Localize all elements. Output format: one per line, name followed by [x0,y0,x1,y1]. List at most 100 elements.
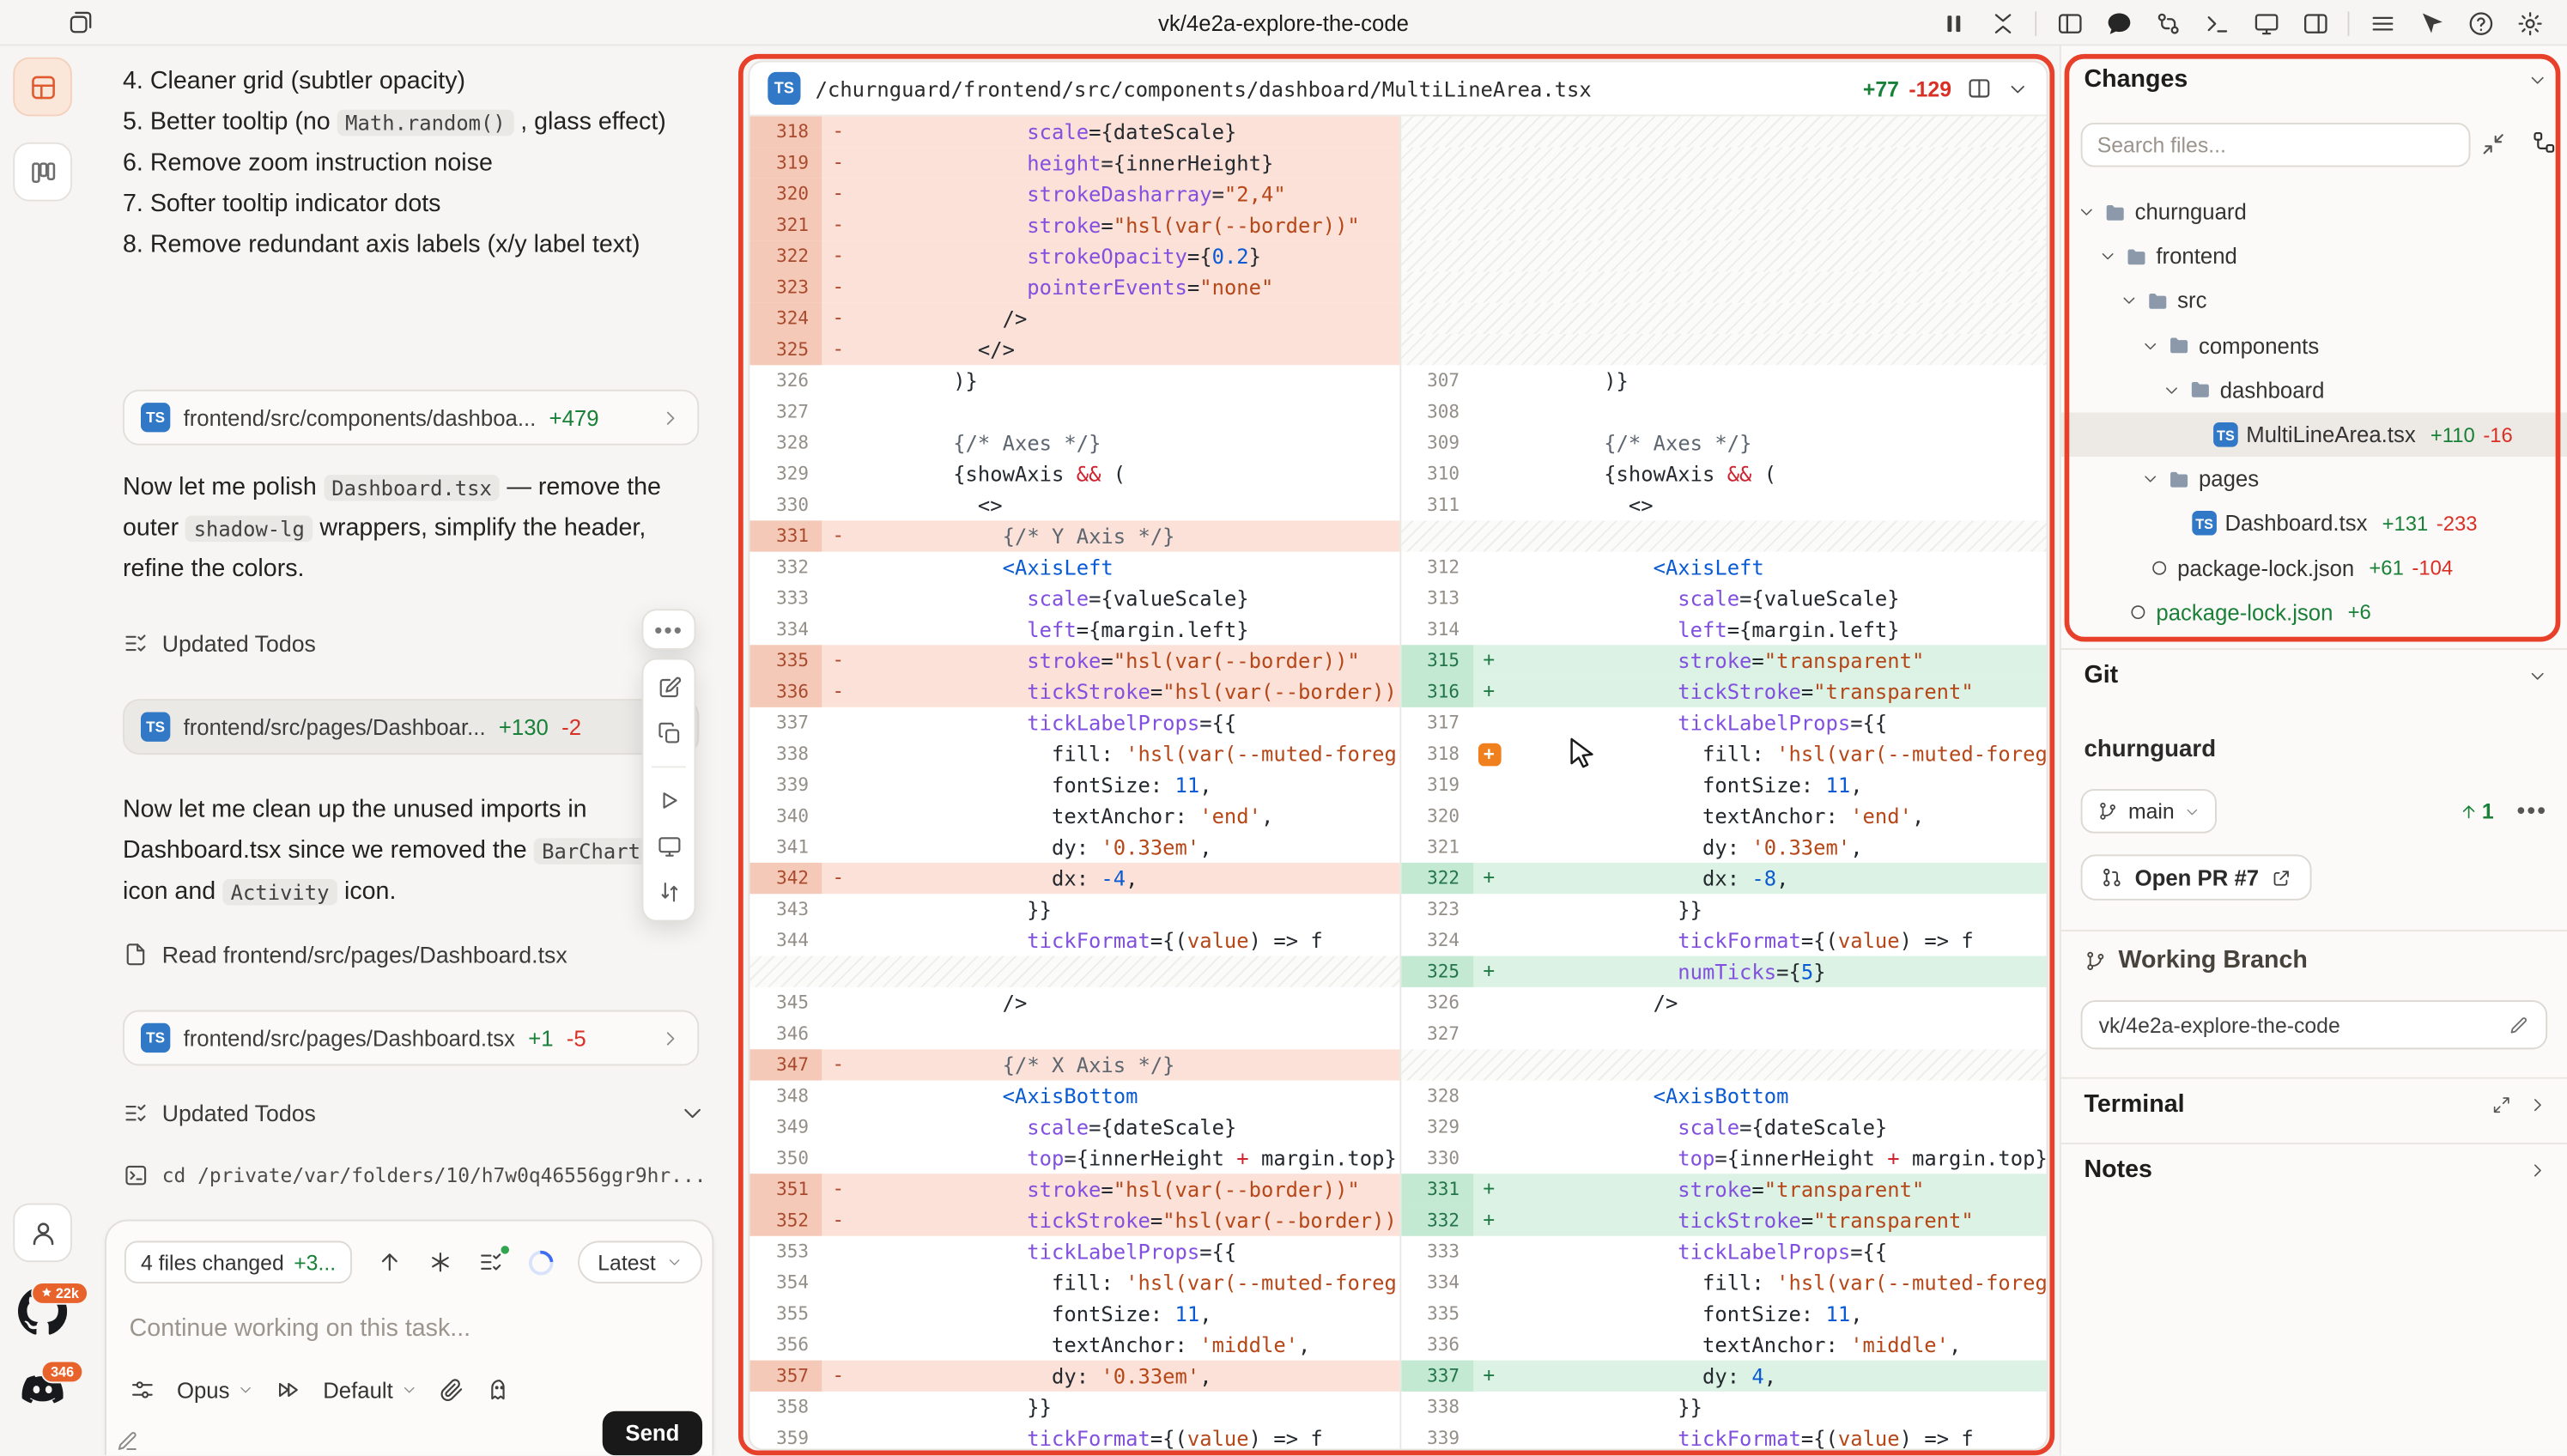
pause-icon[interactable] [1939,9,1967,36]
monitor-icon[interactable] [656,834,683,860]
todos-icon[interactable] [478,1249,505,1276]
branch-selector[interactable]: main [2081,789,2218,833]
notes-section-header[interactable]: Notes [2084,1156,2547,1183]
updated-todos-row[interactable]: Updated Todos [123,630,706,657]
code-text: textAnchor: 'end', [854,800,1399,831]
commits-ahead[interactable]: 1 [2459,799,2493,824]
mode-dropdown[interactable]: Default [323,1378,417,1403]
changes-tree-row[interactable]: TSDashboard.tsx+131-233 [2061,501,2567,546]
compare-arrows-icon[interactable] [656,879,683,906]
diff-sign: + [1472,645,1505,676]
pointer-icon[interactable] [2418,9,2445,36]
settings-icon[interactable] [2515,9,2543,36]
file-chip-dashboard-page-2[interactable]: TS frontend/src/pages/Dashboard.tsx +1 -… [123,1010,699,1066]
search-files-input[interactable]: Search files... [2081,123,2471,167]
diff-line-new: 312 <AxisLeft [1400,552,2046,583]
code-text: dy: '0.33em', [1505,832,2046,863]
rail-dashboard-button[interactable] [13,58,72,117]
pencil-icon[interactable] [2508,1014,2529,1035]
message-input[interactable]: Continue working on this task... [130,1314,470,1342]
file-name: components [2199,333,2319,358]
line-number: 351 [749,1174,822,1204]
windows-stack-icon[interactable] [67,9,94,36]
chat-bubble-icon[interactable] [2104,9,2132,36]
diff-stats: +77 -129 [1863,76,1951,101]
arrow-up-icon[interactable] [377,1249,404,1276]
code-text: {/* Axes */} [1505,428,2046,458]
chevron-down-icon[interactable] [2528,70,2547,89]
layout-grid-icon [27,71,58,102]
more-actions-button[interactable]: ••• [2516,798,2547,825]
account-button[interactable] [13,1204,72,1263]
updated-todos-label: Updated Todos [162,630,316,657]
additions-count: +1 [528,1026,553,1051]
terminal-command-row[interactable]: cd /private/var/folders/10/h7w0q46556ggr… [123,1162,706,1189]
panel-left-icon[interactable] [2055,9,2083,36]
chevron-down-icon[interactable] [2007,78,2029,100]
add-comment-button[interactable]: + [1478,743,1501,767]
line-number: 318 [749,116,822,147]
model-dropdown[interactable]: Opus [177,1378,254,1403]
read-file-row[interactable]: Read frontend/src/pages/Dashboard.tsx [123,941,706,968]
edit-square-icon[interactable] [656,675,683,701]
terminal-section-header[interactable]: Terminal [2084,1090,2547,1118]
diff-sign [1472,428,1505,458]
chevron-down-icon[interactable] [2528,665,2547,685]
updated-todos-row-2[interactable]: Updated Todos [123,1100,706,1126]
changes-tree-row[interactable]: components [2061,324,2567,368]
line-number: 330 [1400,1143,1472,1174]
paperclip-icon[interactable] [439,1377,465,1404]
line-number: 359 [749,1423,822,1449]
ts-file-icon: TS [141,712,170,741]
files-changed-button[interactable]: 4 files changed +3... [124,1241,352,1283]
file-chip-dashboard-page[interactable]: TS frontend/src/pages/Dashboar... +130 -… [123,699,699,755]
changes-tree-row[interactable]: package-lock.json+6 [2061,591,2567,635]
play-icon[interactable] [656,787,683,814]
collapse-tree-icon[interactable] [2480,131,2507,158]
send-button[interactable]: Send [603,1411,702,1455]
diff-line-old: 331- {/* Y Axis */} [749,520,1399,551]
terminal-icon[interactable] [2203,9,2230,36]
split-view-icon[interactable] [1966,76,1993,102]
diff-line-new: 327 [1400,1018,2046,1049]
changes-tree-row[interactable]: churnguard [2061,190,2567,234]
expand-icon[interactable] [2491,1095,2511,1114]
chevron-right-icon[interactable] [2528,1095,2547,1114]
pen-icon[interactable] [114,1429,139,1454]
working-branch-input[interactable]: vk/4e2a-explore-the-code [2081,1000,2547,1049]
assistant-paragraph: Now let me polish Dashboard.tsx — remove… [123,466,693,589]
changes-tree-row[interactable]: dashboard [2061,368,2567,413]
changes-tree-row[interactable]: frontend [2061,234,2567,279]
git-compare-icon[interactable] [2154,9,2182,36]
monitor-icon[interactable] [2252,9,2279,36]
line-number: 358 [749,1392,822,1423]
fast-forward-icon[interactable] [276,1377,302,1404]
diff-sign: - [822,1361,854,1392]
help-icon[interactable] [2467,9,2494,36]
file-tree-icon[interactable] [2531,130,2558,156]
package-lock-icon [2150,558,2170,578]
version-dropdown[interactable]: Latest [578,1241,701,1283]
code-text: {/* Y Axis */} [854,520,1399,551]
chevron-right-icon[interactable] [2528,1160,2547,1180]
assistant-list-item: 4. Cleaner grid (subtler opacity) [123,61,706,102]
copy-icon[interactable] [656,720,683,747]
changes-tree-row[interactable]: src [2061,279,2567,324]
ghost-icon[interactable] [486,1377,513,1404]
menu-icon[interactable] [2368,9,2395,36]
panel-right-icon[interactable] [2301,9,2328,36]
collapse-panels-icon[interactable] [1988,9,2016,36]
changes-tree-row[interactable]: package-lock.json+61-104 [2061,546,2567,591]
changes-tree-row[interactable]: TSMultiLineArea.tsx+110-16 [2061,412,2567,457]
diff-sign [822,1236,854,1267]
open-pr-button[interactable]: Open PR #7 [2081,854,2311,900]
chevron-down-icon[interactable] [679,1100,706,1126]
changes-tree-row[interactable]: pages [2061,457,2567,501]
sparkle-icon[interactable] [428,1249,454,1276]
rail-board-button[interactable] [13,143,72,202]
working-branch-value: vk/4e2a-explore-the-code [2099,1012,2340,1037]
message-more-button[interactable]: ••• [642,609,696,650]
file-chip-dashboard-component[interactable]: TS frontend/src/components/dashboa... +4… [123,390,699,446]
sliders-icon[interactable] [130,1377,156,1404]
line-number: 321 [1400,832,1472,863]
